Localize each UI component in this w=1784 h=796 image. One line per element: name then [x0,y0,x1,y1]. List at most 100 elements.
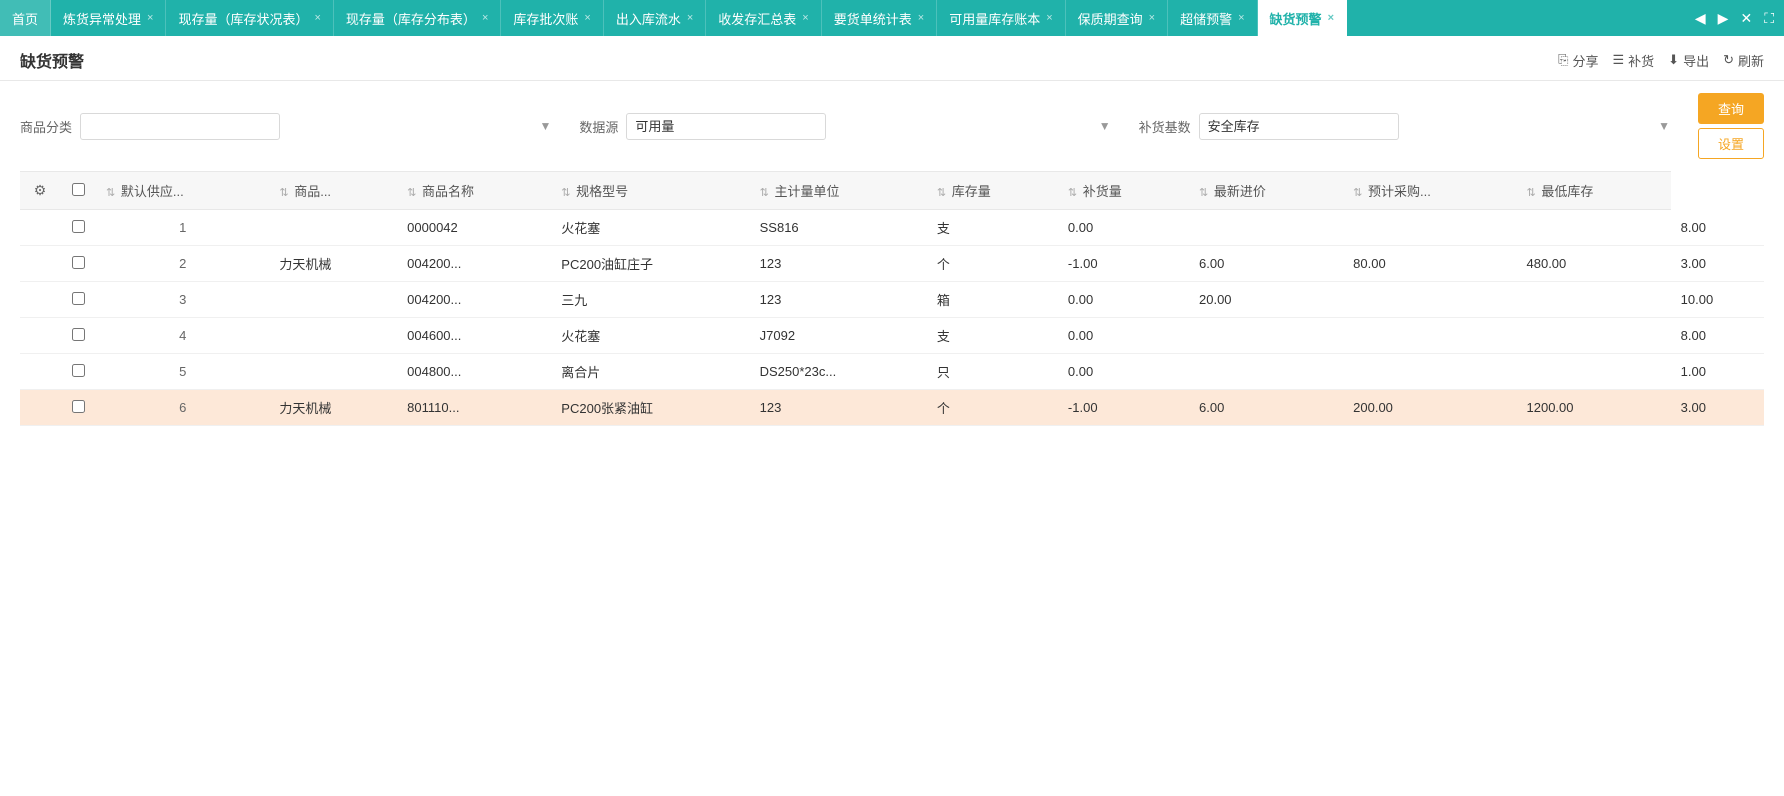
nav-tab-close-receive-summary[interactable]: × [802,12,808,24]
nav-tab-label-inventory-status: 现存量（库存状况表） [178,9,308,28]
th-product-code[interactable]: ⇅ 商品... [269,172,397,210]
th-replenish-qty[interactable]: ⇅ 补货量 [1058,172,1189,210]
nav-tab-inout-flow[interactable]: 出入库流水 × [604,0,706,36]
th-latest-price[interactable]: ⇅ 最新进价 [1189,172,1343,210]
export-button[interactable]: ⬇ 导出 [1668,51,1709,70]
nav-tab-close-shortage-warning[interactable]: × [1328,12,1334,24]
sort-icon-latest-price: ⇅ [1199,187,1208,199]
product-code-cell: 801110... [397,390,551,426]
settings-cell [20,282,60,318]
nav-tab-inventory-status[interactable]: 现存量（库存状况表） × [166,0,333,36]
export-icon: ⬇ [1668,52,1679,68]
table-row: 6力天机械801110...PC200张紧油缸123个-1.006.00200.… [20,390,1764,426]
select-all-checkbox[interactable] [72,183,85,196]
datasource-select[interactable]: 可用量 [626,113,826,140]
th-product-name-label: 商品名称 [422,184,474,199]
supplier-cell [269,354,397,390]
filter-datasource: 数据源 可用量 ▼ [579,113,1118,140]
datasource-chevron-icon: ▼ [1099,119,1111,133]
min-stock-cell: 8.00 [1671,318,1764,354]
checkbox-cell [60,354,96,390]
page-header: 缺货预警 ⎘ 分享 ☰ 补货 ⬇ 导出 ↻ 刷新 [0,36,1784,81]
product-name-cell: 三九 [551,282,749,318]
nav-tab-label-batch-account: 库存批次账 [513,9,578,28]
nav-tab-close-batch-account[interactable]: × [584,12,590,24]
sort-icon-min-stock: ⇅ [1527,187,1536,199]
category-label: 商品分类 [20,117,72,136]
replenish-button[interactable]: ☰ 补货 [1612,51,1654,70]
nav-tab-label-receive-summary: 收发存汇总表 [718,9,796,28]
row-checkbox[interactable] [72,292,85,305]
checkbox-cell [60,246,96,282]
latest-price-cell [1343,318,1516,354]
table-header-row: ⚙ ⇅ 默认供应... ⇅ 商品... ⇅ 商品名称 [20,172,1764,210]
nav-tab-expiry-query[interactable]: 保质期查询× [1066,0,1168,36]
table-row: 2力天机械004200...PC200油缸庄子123个-1.006.0080.0… [20,246,1764,282]
share-icon: ⎘ [1558,52,1568,68]
replenish-qty-cell [1189,210,1343,246]
share-button[interactable]: ⎘ 分享 [1558,51,1598,70]
nav-tab-label-overstock-warning: 超储预警 [1180,9,1232,28]
latest-price-cell [1343,210,1516,246]
row-number: 5 [96,354,269,390]
nav-tab-overstock-warning[interactable]: 超储预警 × [1168,0,1257,36]
row-checkbox[interactable] [72,400,85,413]
nav-tab-close-exception[interactable]: × [147,12,153,24]
th-supplier[interactable]: ⇅ 默认供应... [96,172,269,210]
nav-next-button[interactable]: ▶ [1712,6,1735,31]
sort-icon-spec: ⇅ [561,187,570,199]
filter-actions: 查询 设置 [1698,93,1764,159]
query-button[interactable]: 查询 [1698,93,1764,124]
nav-tab-receive-summary[interactable]: 收发存汇总表 × [706,0,821,36]
nav-fullscreen-button[interactable]: ⛶ [1758,6,1780,31]
spec-cell: 123 [750,282,927,318]
th-stock-qty-label: 库存量 [952,184,991,199]
unit-cell: 支 [927,210,1058,246]
th-product-name[interactable]: ⇅ 商品名称 [397,172,551,210]
nav-tab-close-inout-flow[interactable]: × [687,12,693,24]
nav-tab-close-overstock-warning[interactable]: × [1238,12,1244,24]
row-checkbox[interactable] [72,256,85,269]
th-stock-qty[interactable]: ⇅ 库存量 [927,172,1058,210]
nav-tab-home[interactable]: 首页 [0,0,51,36]
product-code-cell: 0000042 [397,210,551,246]
settings-button[interactable]: 设置 [1698,128,1764,159]
settings-cell [20,390,60,426]
min-stock-cell: 1.00 [1671,354,1764,390]
nav-tab-available-ledger[interactable]: 可用量库存账本× [937,0,1065,36]
row-checkbox[interactable] [72,364,85,377]
refresh-button[interactable]: ↻ 刷新 [1723,51,1764,70]
nav-tab-close-available-ledger[interactable]: × [1046,12,1052,24]
nav-tab-label-inout-flow: 出入库流水 [616,9,681,28]
product-code-cell: 004600... [397,318,551,354]
product-code-cell: 004800... [397,354,551,390]
nav-tab-close-inventory-dist[interactable]: × [482,12,488,24]
nav-tab-close-requisition-stat[interactable]: × [918,12,924,24]
product-code-cell: 004200... [397,246,551,282]
nav-tab-exception[interactable]: 炼货异常处理× [51,0,166,36]
th-spec[interactable]: ⇅ 规格型号 [551,172,749,210]
th-estimated-purchase[interactable]: ⇅ 预计采购... [1343,172,1516,210]
nav-tab-inventory-dist[interactable]: 现存量（库存分布表）× [334,0,501,36]
category-select[interactable] [80,113,280,140]
replenish-basis-chevron-icon: ▼ [1658,119,1670,133]
min-stock-cell: 3.00 [1671,246,1764,282]
min-stock-cell: 8.00 [1671,210,1764,246]
settings-cell [20,246,60,282]
nav-close-button[interactable]: ✕ [1734,6,1758,31]
nav-prev-button[interactable]: ◀ [1689,6,1712,31]
th-unit[interactable]: ⇅ 主计量单位 [750,172,927,210]
row-checkbox[interactable] [72,220,85,233]
nav-tab-requisition-stat[interactable]: 要货单统计表× [822,0,937,36]
replenish-basis-select[interactable]: 安全库存 [1199,113,1399,140]
nav-tab-close-inventory-status[interactable]: × [314,12,320,24]
th-replenish-qty-label: 补货量 [1083,184,1122,199]
nav-tab-shortage-warning[interactable]: 缺货预警× [1258,0,1347,36]
column-settings-icon[interactable]: ⚙ [34,182,47,198]
th-min-stock[interactable]: ⇅ 最低库存 [1517,172,1671,210]
row-checkbox[interactable] [72,328,85,341]
nav-tab-batch-account[interactable]: 库存批次账 × [501,0,603,36]
nav-tab-close-expiry-query[interactable]: × [1149,12,1155,24]
th-estimated-purchase-label: 预计采购... [1368,184,1431,199]
replenish-qty-cell [1189,318,1343,354]
